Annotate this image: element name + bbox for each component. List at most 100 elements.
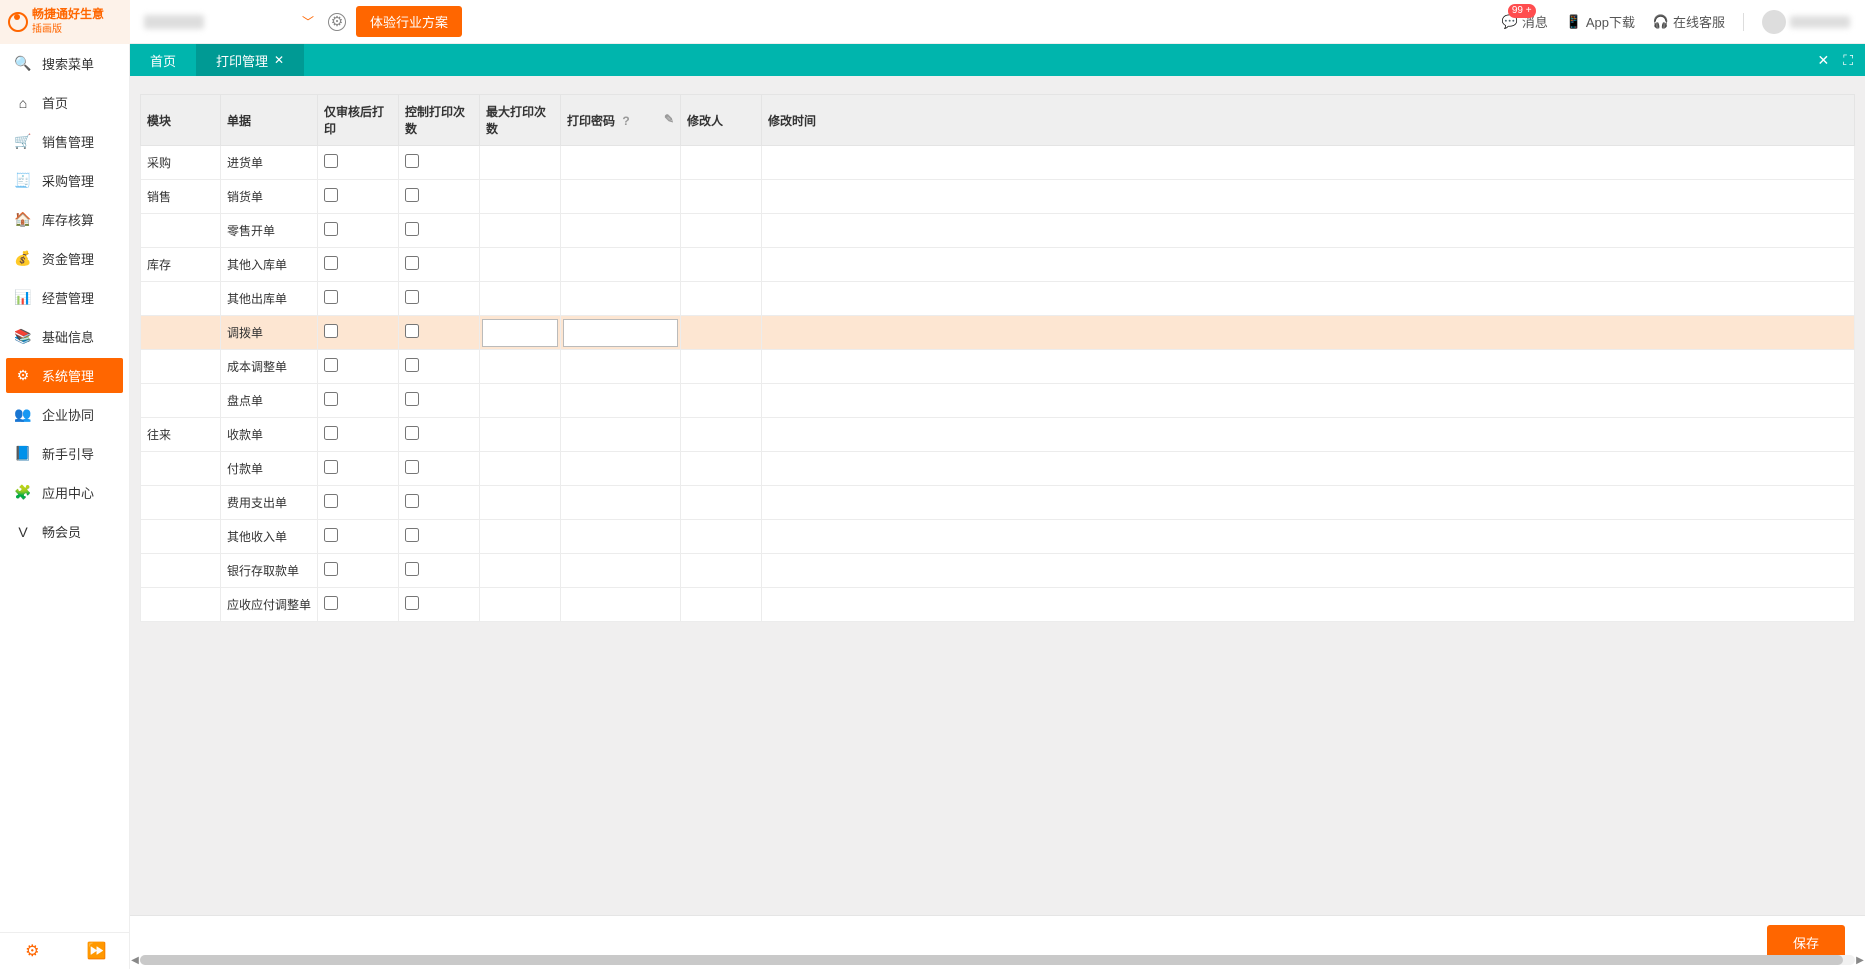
- print-settings-table: 模块 单据 仅审核后打印 控制打印次数 最大打印次数 打印密码 ? ✎: [140, 94, 1855, 622]
- company-name: [144, 15, 204, 29]
- support-label: 在线客服: [1673, 12, 1725, 31]
- sidebar-item-funds[interactable]: 💰资金管理: [0, 239, 129, 278]
- control-count-checkbox[interactable]: [405, 188, 419, 202]
- tab-close-icon[interactable]: ✕: [274, 53, 284, 67]
- cell-ctrl: [399, 486, 480, 520]
- cell-modtime: [762, 180, 1855, 214]
- control-count-checkbox[interactable]: [405, 324, 419, 338]
- control-count-checkbox[interactable]: [405, 154, 419, 168]
- workspace: 模块 单据 仅审核后打印 控制打印次数 最大打印次数 打印密码 ? ✎: [130, 76, 1865, 969]
- control-count-checkbox[interactable]: [405, 358, 419, 372]
- cell-ctrl: [399, 588, 480, 622]
- audit-only-checkbox[interactable]: [324, 460, 338, 474]
- sidebar-item-sales[interactable]: 🛒销售管理: [0, 122, 129, 161]
- audit-only-checkbox[interactable]: [324, 222, 338, 236]
- tab-close-all-icon[interactable]: ✕: [1817, 52, 1829, 69]
- sidebar-item-system[interactable]: ⚙系统管理: [6, 358, 123, 393]
- help-icon[interactable]: ?: [622, 114, 629, 128]
- audit-only-checkbox[interactable]: [324, 188, 338, 202]
- control-count-checkbox[interactable]: [405, 460, 419, 474]
- table-row: 银行存取款单: [141, 554, 1855, 588]
- messages-link[interactable]: 💬 消息 99 +: [1502, 12, 1548, 31]
- cell-audit: [318, 146, 399, 180]
- audit-only-checkbox[interactable]: [324, 528, 338, 542]
- app-download-link[interactable]: 📱 App下载: [1566, 12, 1635, 31]
- sidebar-item-search-menu[interactable]: 🔍搜索菜单: [0, 44, 129, 83]
- hscroll-right-icon[interactable]: ▶: [1855, 955, 1865, 965]
- control-count-checkbox[interactable]: [405, 528, 419, 542]
- company-dropdown[interactable]: ﹀: [140, 8, 318, 36]
- control-count-checkbox[interactable]: [405, 290, 419, 304]
- user-menu[interactable]: [1762, 10, 1850, 34]
- cell-doc: 销货单: [221, 180, 318, 214]
- control-count-checkbox[interactable]: [405, 494, 419, 508]
- sidebar-item-basic[interactable]: 📚基础信息: [0, 317, 129, 356]
- control-count-checkbox[interactable]: [405, 562, 419, 576]
- cell-max: [480, 554, 561, 588]
- sidebar-item-member[interactable]: V畅会员: [0, 512, 129, 551]
- cell-module: [141, 520, 221, 554]
- cell-module: [141, 316, 221, 350]
- sidebar-item-collab[interactable]: 👥企业协同: [0, 395, 129, 434]
- chevron-down-icon: ﹀: [302, 13, 314, 30]
- audit-only-checkbox[interactable]: [324, 392, 338, 406]
- audit-only-checkbox[interactable]: [324, 562, 338, 576]
- audit-only-checkbox[interactable]: [324, 358, 338, 372]
- support-link[interactable]: 🎧 在线客服: [1653, 12, 1725, 31]
- cell-max: [480, 452, 561, 486]
- sidebar-item-purchase[interactable]: 🧾采购管理: [0, 161, 129, 200]
- sidebar-item-guide[interactable]: 📘新手引导: [0, 434, 129, 473]
- sidebar-item-apps[interactable]: 🧩应用中心: [0, 473, 129, 512]
- fullscreen-icon[interactable]: ⛶: [1843, 52, 1853, 69]
- max-print-input[interactable]: [482, 319, 558, 347]
- separator: [1743, 13, 1744, 31]
- audit-only-checkbox[interactable]: [324, 154, 338, 168]
- control-count-checkbox[interactable]: [405, 392, 419, 406]
- audit-only-checkbox[interactable]: [324, 324, 338, 338]
- tab-label: 首页: [150, 51, 176, 70]
- cell-modifier: [681, 452, 762, 486]
- sidebar-item-inventory[interactable]: 🏠库存核算: [0, 200, 129, 239]
- audit-only-checkbox[interactable]: [324, 426, 338, 440]
- th-audit: 仅审核后打印: [318, 95, 399, 146]
- cell-max: [480, 418, 561, 452]
- cell-modtime: [762, 214, 1855, 248]
- control-count-checkbox[interactable]: [405, 596, 419, 610]
- control-count-checkbox[interactable]: [405, 256, 419, 270]
- control-count-checkbox[interactable]: [405, 426, 419, 440]
- audit-only-checkbox[interactable]: [324, 596, 338, 610]
- audit-only-checkbox[interactable]: [324, 290, 338, 304]
- audit-only-checkbox[interactable]: [324, 494, 338, 508]
- cell-module: [141, 486, 221, 520]
- collab-icon: 👥: [14, 406, 32, 424]
- edit-column-icon[interactable]: ✎: [664, 112, 674, 126]
- table-row: 零售开单: [141, 214, 1855, 248]
- sidebar-collapse-button[interactable]: ⏩: [65, 933, 130, 969]
- funds-icon: 💰: [14, 250, 32, 268]
- industry-plan-button[interactable]: 体验行业方案: [356, 6, 462, 37]
- settings-gear-icon[interactable]: [328, 13, 346, 31]
- brand-logo[interactable]: 畅捷通好生意 插画版: [0, 0, 130, 44]
- cell-modtime: [762, 282, 1855, 316]
- hscroll-left-icon[interactable]: ◀: [130, 955, 140, 965]
- cell-audit: [318, 282, 399, 316]
- cell-doc: 付款单: [221, 452, 318, 486]
- audit-only-checkbox[interactable]: [324, 256, 338, 270]
- cell-modifier: [681, 384, 762, 418]
- cell-audit: [318, 588, 399, 622]
- hscrollbar-track[interactable]: [140, 955, 1855, 965]
- hscrollbar-thumb[interactable]: [140, 955, 1843, 965]
- sidebar-item-label: 基础信息: [42, 327, 94, 346]
- sidebar-item-home[interactable]: ⌂首页: [0, 83, 129, 122]
- sidebar-item-operations[interactable]: 📊经营管理: [0, 278, 129, 317]
- tab-打印管理[interactable]: 打印管理✕: [196, 44, 304, 76]
- tab-首页[interactable]: 首页: [130, 44, 196, 76]
- control-count-checkbox[interactable]: [405, 222, 419, 236]
- print-password-input[interactable]: [563, 319, 678, 347]
- cell-modifier: [681, 214, 762, 248]
- cell-modtime: [762, 146, 1855, 180]
- cell-modifier: [681, 180, 762, 214]
- th-ctrl: 控制打印次数: [399, 95, 480, 146]
- sidebar-settings-button[interactable]: ⚙: [0, 933, 65, 969]
- cell-ctrl: [399, 214, 480, 248]
